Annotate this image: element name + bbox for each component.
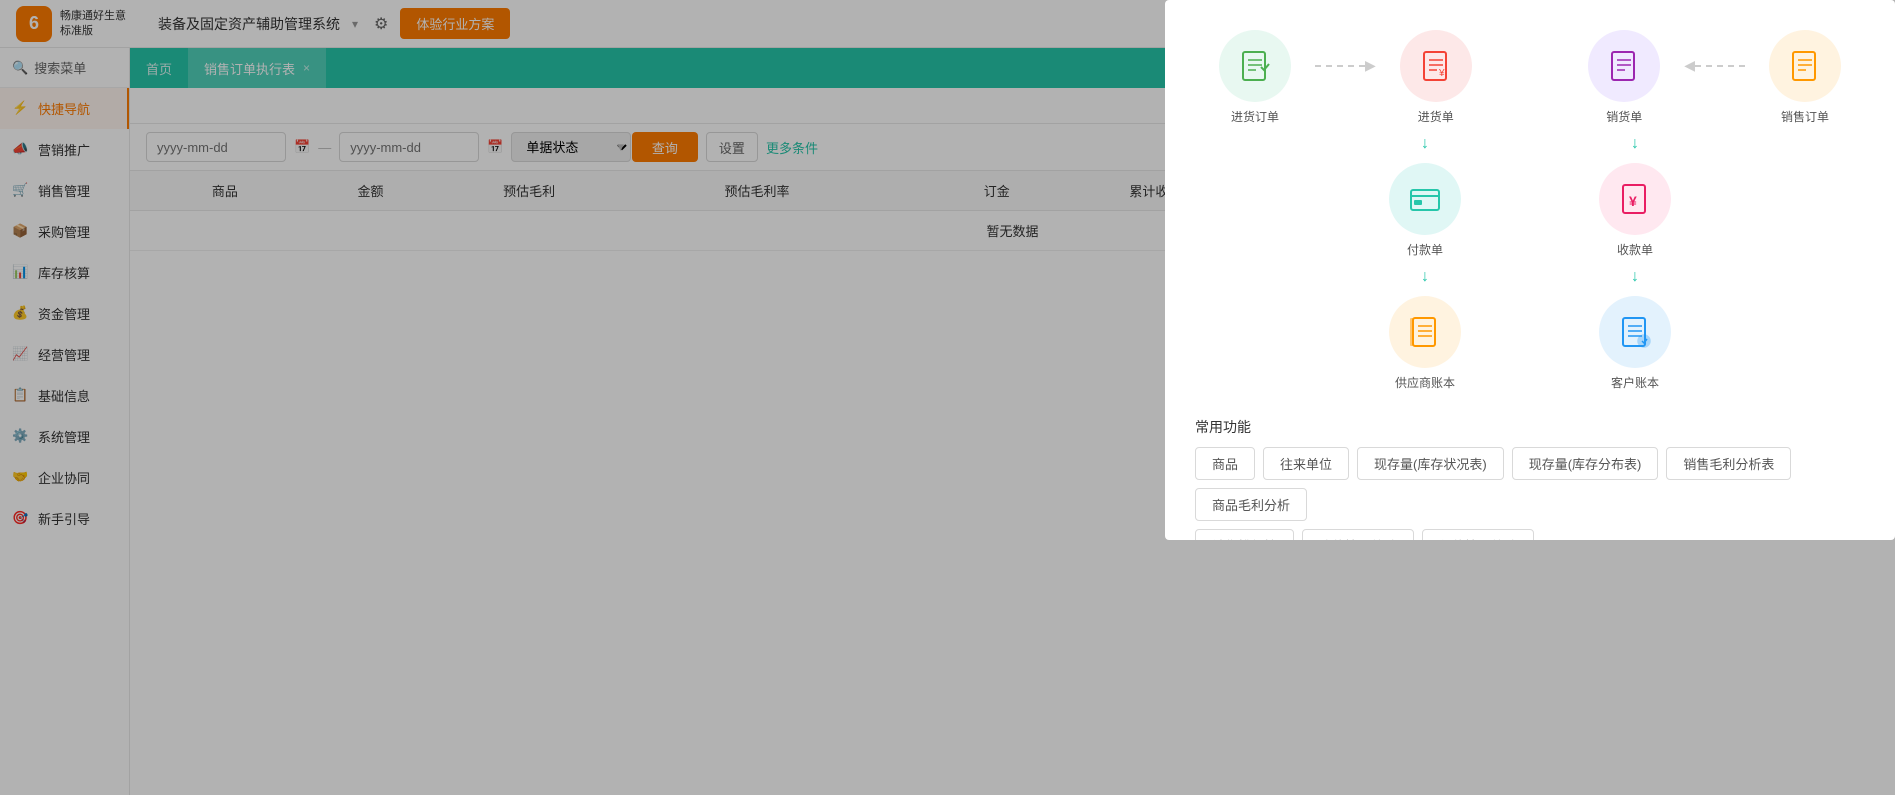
purchase-bill-circle[interactable]: ¥ [1400,48,1472,102]
flow-row-3: 供应商账本 [1195,296,1865,391]
content-bg: ❓ 帮助 🖨 按模板打印 ▾ 📤 导出 🔄 刷新 [130,88,1895,795]
func-btn-stock-status[interactable]: 现存量(库存状况表) [1357,447,1504,480]
arrow-h-1: ▶ [1315,57,1376,98]
main-area: 🔍 搜索菜单 ⚡ 快捷导航 📣 营销推广 🛒 销售管理 📦 采购管理 📊 [0,48,1895,795]
flow-area: 进货订单 ▶ [1195,48,1865,401]
node-sales-bill[interactable]: 销货单 [1564,48,1684,125]
arrow-h-2: ◀ [1684,57,1745,98]
node-purchase-bill[interactable]: ¥ 进货单 [1376,48,1496,125]
customer-ledger-circle[interactable] [1599,296,1671,368]
arrow-down-receipt: ↓ [1631,268,1639,286]
node-sales-order-label: 销售订单 [1781,108,1829,125]
overlay[interactable]: 进货订单 ▶ [130,48,1895,795]
func-btn-product-margin[interactable]: 商品毛利分析 [1195,488,1307,521]
svg-text:¥: ¥ [1438,68,1445,79]
sales-order-circle[interactable] [1769,48,1841,102]
node-purchase-order-label: 进货订单 [1231,108,1279,125]
sales-bill-circle[interactable] [1588,48,1660,102]
arrow-down-payment: ↓ [1421,268,1429,286]
flow-row-1: 进货订单 ▶ [1195,48,1865,125]
func-grid-2: 销售排行榜 收款情况统计 付款情况统计 [1195,529,1865,540]
arrow-down-sales: ↓ [1631,135,1639,153]
func-btn-partner[interactable]: 往来单位 [1263,447,1349,480]
flow-row-arrows: ↓ ↓ [1195,135,1865,153]
func-btn-receipt-stat[interactable]: 收款情况统计 [1302,529,1414,540]
supplier-ledger-circle[interactable] [1389,296,1461,368]
node-sales-order[interactable]: 销售订单 [1745,48,1865,125]
node-supplier-ledger-label: 供应商账本 [1395,374,1455,391]
func-grid: 商品 往来单位 现存量(库存状况表) 现存量(库存分布表) 销售毛利分析表 商品… [1195,447,1865,521]
node-receipt-label: 收款单 [1617,241,1653,258]
node-customer-ledger-label: 客户账本 [1611,374,1659,391]
node-payment[interactable]: 付款单 [1365,163,1485,258]
flow-row-2: 付款单 ¥ [1195,163,1865,258]
receipt-circle[interactable]: ¥ [1599,163,1671,235]
common-functions-title: 常用功能 [1195,417,1865,437]
func-btn-sales-margin[interactable]: 销售毛利分析表 [1666,447,1791,480]
node-customer-ledger[interactable]: 客户账本 [1575,296,1695,391]
node-supplier-ledger[interactable]: 供应商账本 [1365,296,1485,391]
func-btn-sales-rank[interactable]: 销售排行榜 [1195,529,1294,540]
node-sales-bill-label: 销货单 [1606,108,1642,125]
arrow-down-purchase: ↓ [1421,135,1429,153]
node-payment-label: 付款单 [1407,241,1443,258]
payment-circle[interactable] [1389,163,1461,235]
popup-card: 进货订单 ▶ [1165,48,1895,540]
func-btn-stock-dist[interactable]: 现存量(库存分布表) [1512,447,1659,480]
purchase-order-circle[interactable] [1219,48,1291,102]
node-receipt[interactable]: ¥ 收款单 [1575,163,1695,258]
func-btn-payment-stat[interactable]: 付款情况统计 [1422,529,1534,540]
node-purchase-bill-label: 进货单 [1418,108,1454,125]
flow-row-arrows2: ↓ ↓ [1195,268,1865,286]
svg-text:¥: ¥ [1629,193,1637,209]
node-purchase-order[interactable]: 进货订单 [1195,48,1315,125]
content-area: 首页 销售订单执行表 × × ❓ 帮助 🖨 按 [130,48,1895,795]
func-btn-product[interactable]: 商品 [1195,447,1255,480]
